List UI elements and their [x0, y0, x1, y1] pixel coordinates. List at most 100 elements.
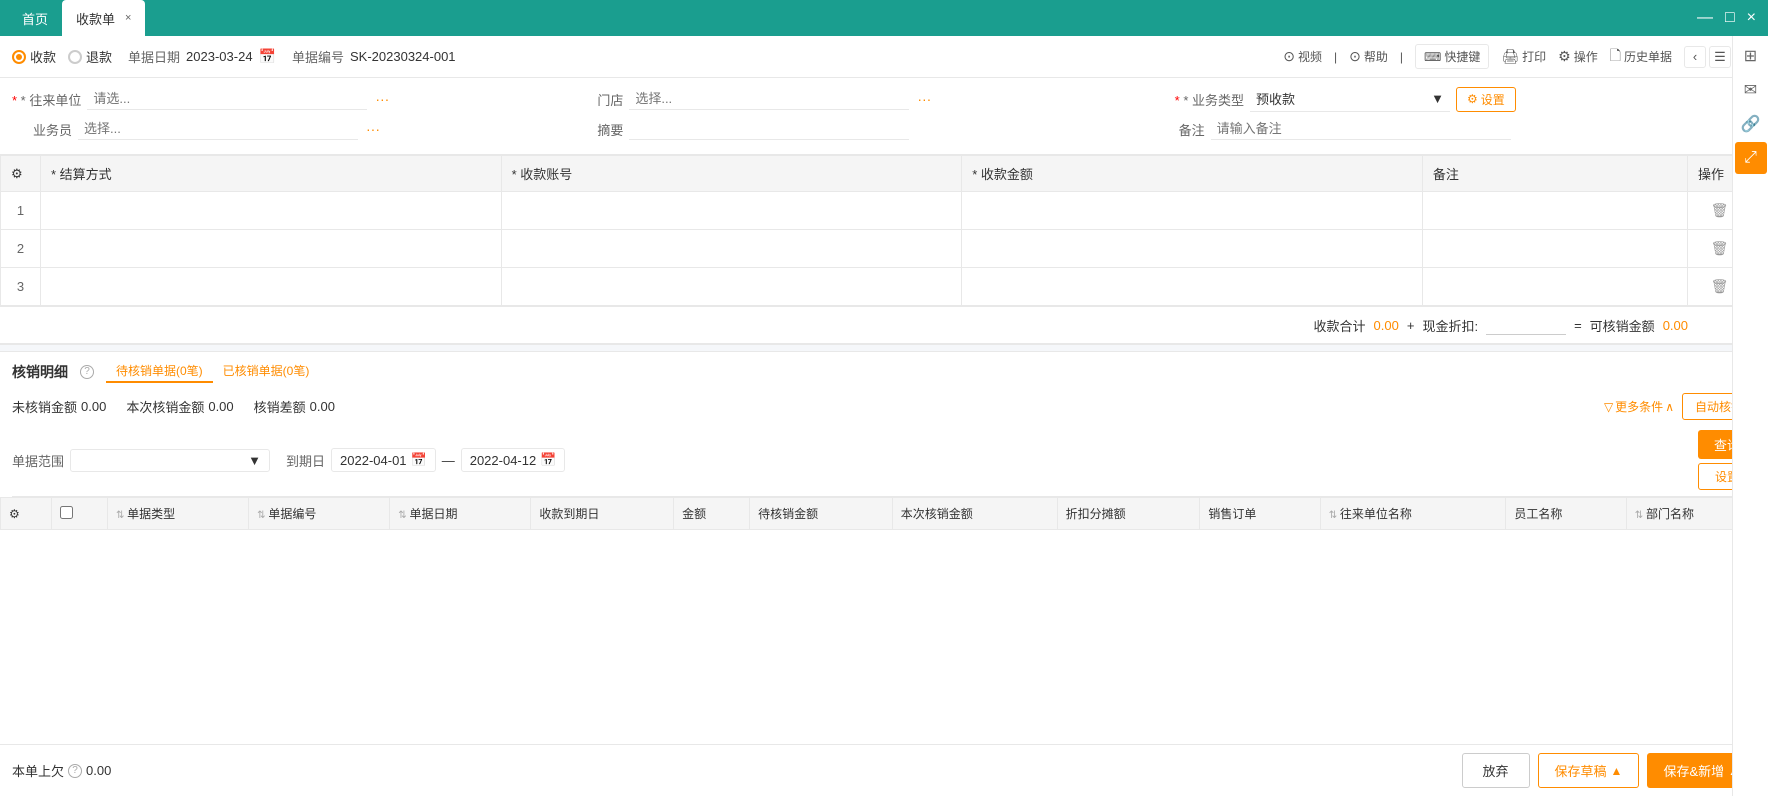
row-1-delete-icon[interactable]: 🗑: [1711, 202, 1729, 219]
help-label: 帮助: [1364, 48, 1388, 65]
right-sidebar: ⊞ ✉ 🔗 ⤢: [1732, 36, 1768, 796]
row-3-remark[interactable]: [1422, 268, 1687, 306]
col-remark: 备注: [1422, 156, 1687, 192]
row-3-delete-icon[interactable]: 🗑: [1711, 278, 1729, 295]
sidebar-mail-icon[interactable]: ✉: [1735, 74, 1767, 106]
shop-more-icon[interactable]: ···: [917, 91, 931, 107]
diff-item: 核销差额 0.00: [254, 397, 335, 416]
shop-input[interactable]: [629, 88, 909, 110]
shop-label: 门店: [593, 90, 623, 109]
bottom-col-type[interactable]: 单据类型: [108, 498, 249, 530]
summary-input[interactable]: [629, 118, 909, 140]
calendar-icon[interactable]: 📅: [259, 48, 276, 65]
row-1-settlement[interactable]: [41, 192, 502, 230]
business-type-select[interactable]: 预收款 ▼: [1250, 86, 1450, 112]
partner-input[interactable]: [87, 88, 367, 110]
form-row-1: * 往来单位 ··· 门店 ··· * 业务类型 预收款 ▼ ⚙ 设置: [12, 86, 1756, 112]
history-btn[interactable]: 🗋 历史单据: [1610, 45, 1672, 69]
sidebar-link-icon[interactable]: 🔗: [1735, 108, 1767, 140]
row-1-remark[interactable]: [1422, 192, 1687, 230]
minimize-icon[interactable]: —: [1693, 7, 1717, 29]
history-label: 历史单据: [1624, 48, 1672, 65]
row-2-account[interactable]: [501, 230, 962, 268]
row-3-account[interactable]: [501, 268, 962, 306]
remark-input[interactable]: [1211, 118, 1511, 140]
abandon-label: 放弃: [1483, 764, 1509, 779]
chevron-down-icon: ▼: [248, 453, 261, 468]
bottom-table: ⚙ 单据类型 单据编号 单据日期 收款到期日 金额: [0, 497, 1768, 530]
select-all-checkbox[interactable]: [60, 506, 73, 519]
shortcut-btn[interactable]: ⌨ 快捷键: [1415, 44, 1489, 69]
maximize-icon[interactable]: □: [1721, 7, 1739, 29]
chevron-up-icon: ∧: [1665, 400, 1674, 414]
hx-info-row: 未核销金额 0.00 本次核销金额 0.00 核销差额 0.00 ▽ 更多条件 …: [12, 389, 1756, 424]
section-divider: [0, 344, 1768, 352]
view-list-icon[interactable]: ☰: [1709, 46, 1731, 68]
mail-icon: ✉: [1744, 80, 1757, 100]
row-2-amount[interactable]: [962, 230, 1423, 268]
footer-left: 本单上欠 ? 0.00: [12, 761, 111, 780]
salesperson-label: 业务员: [12, 120, 72, 139]
row-1-amount[interactable]: [962, 192, 1423, 230]
row-3-amount[interactable]: [962, 268, 1423, 306]
close-window-icon[interactable]: ×: [1743, 7, 1760, 29]
bottom-col-settings[interactable]: ⚙: [1, 498, 52, 530]
tab-receipt[interactable]: 收款单 ×: [62, 0, 145, 36]
salesperson-more-icon[interactable]: ···: [366, 121, 380, 137]
row-2-remark[interactable]: [1422, 230, 1687, 268]
abandon-btn[interactable]: 放弃: [1462, 753, 1530, 788]
partner-more-icon[interactable]: ···: [375, 91, 389, 107]
plus-sign: +: [1407, 318, 1415, 333]
video-btn[interactable]: ⊙ 视频: [1283, 48, 1322, 65]
row-3-settlement[interactable]: [41, 268, 502, 306]
tab-home[interactable]: 首页: [8, 0, 62, 36]
radio-refund[interactable]: 退款: [68, 47, 112, 66]
hx-header: 核销明细 ? 待核销单据(0笔) 已核销单据(0笔): [12, 360, 1756, 383]
date-to-input[interactable]: 2022-04-12 📅: [461, 448, 566, 472]
help-btn[interactable]: ⊙ 帮助: [1349, 48, 1388, 65]
bottom-col-order: 销售订单: [1200, 498, 1320, 530]
settings-button[interactable]: ⚙ 设置: [1456, 87, 1516, 112]
tab-done[interactable]: 已核销单据(0笔): [213, 360, 320, 383]
form-area: * 往来单位 ··· 门店 ··· * 业务类型 预收款 ▼ ⚙ 设置: [0, 78, 1768, 155]
tab-home-label: 首页: [22, 9, 48, 28]
hx-info-icon[interactable]: ?: [80, 365, 94, 379]
bottom-col-date[interactable]: 单据日期: [390, 498, 531, 530]
date-from-value: 2022-04-01: [340, 453, 407, 468]
range-select[interactable]: ▼: [70, 449, 270, 472]
draft-label: 保存草稿: [1555, 761, 1607, 780]
tab-pending[interactable]: 待核销单据(0笔): [106, 360, 213, 383]
summary-row: 收款合计 0.00 + 现金折扣: = 可核销金额 0.00: [0, 306, 1768, 343]
operation-btn[interactable]: ⚙ 操作: [1558, 48, 1598, 65]
table-settings-col[interactable]: ⚙: [1, 156, 41, 192]
form-row-2: 业务员 ··· 摘要 备注: [12, 118, 1756, 140]
shortcut-label: 快捷键: [1444, 48, 1480, 65]
print-btn[interactable]: 🖨 打印: [1501, 48, 1546, 65]
operation-icon: ⚙: [1558, 48, 1571, 65]
more-conditions-btn[interactable]: ▽ 更多条件 ∧: [1604, 398, 1674, 415]
discount-input[interactable]: [1486, 315, 1566, 335]
tab-close-icon[interactable]: ×: [125, 12, 131, 24]
hx-title: 核销明细: [12, 362, 68, 382]
date-from-input[interactable]: 2022-04-01 📅: [331, 448, 436, 472]
calendar-from-icon: 📅: [411, 452, 427, 468]
business-type-value: 预收款: [1256, 89, 1295, 108]
sidebar-expand-icon[interactable]: ⤢: [1735, 142, 1767, 174]
sidebar-table-icon[interactable]: ⊞: [1735, 40, 1767, 72]
row-2-delete-icon[interactable]: 🗑: [1711, 240, 1729, 257]
radio-refund-label: 退款: [86, 47, 112, 66]
bottom-col-number[interactable]: 单据编号: [249, 498, 390, 530]
partner-label: * 往来单位: [12, 90, 81, 109]
diff-label: 核销差额: [254, 397, 306, 416]
col-account: * 收款账号: [501, 156, 962, 192]
row-2-settlement[interactable]: [41, 230, 502, 268]
view-prev-icon[interactable]: ‹: [1684, 46, 1706, 68]
bottom-col-partner[interactable]: 往来单位名称: [1320, 498, 1506, 530]
radio-receipt[interactable]: 收款: [12, 47, 56, 66]
remark-label: 备注: [1175, 120, 1205, 139]
row-1-account[interactable]: [501, 192, 962, 230]
salesperson-input[interactable]: [78, 118, 358, 140]
draft-btn[interactable]: 保存草稿 ▲: [1538, 753, 1640, 788]
per-bill-info-icon[interactable]: ?: [68, 764, 82, 778]
bottom-col-checkbox[interactable]: [52, 498, 108, 530]
